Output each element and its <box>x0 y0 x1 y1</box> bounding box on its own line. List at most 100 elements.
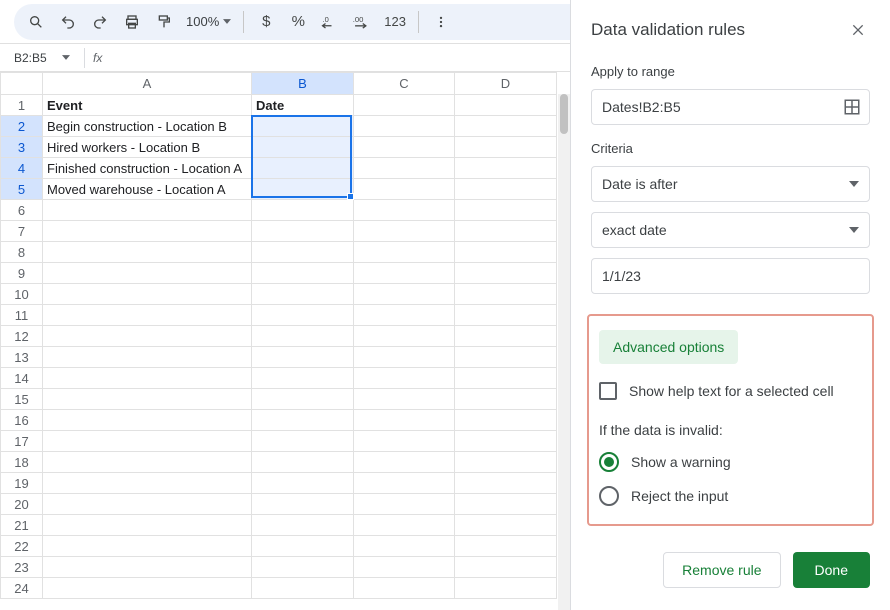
cell-D24[interactable] <box>455 578 557 599</box>
cell-A2[interactable]: Begin construction - Location B <box>43 116 252 137</box>
cell-C9[interactable] <box>354 263 455 284</box>
cell-B3[interactable] <box>252 137 354 158</box>
row-header-15[interactable]: 15 <box>1 389 43 410</box>
cell-A12[interactable] <box>43 326 252 347</box>
redo-icon[interactable] <box>86 8 114 36</box>
col-header-A[interactable]: A <box>43 73 252 95</box>
cell-B8[interactable] <box>252 242 354 263</box>
row-header-16[interactable]: 16 <box>1 410 43 431</box>
remove-rule-button[interactable]: Remove rule <box>663 552 780 588</box>
cell-A13[interactable] <box>43 347 252 368</box>
cell-D21[interactable] <box>455 515 557 536</box>
row-header-23[interactable]: 23 <box>1 557 43 578</box>
cell-D15[interactable] <box>455 389 557 410</box>
cell-C16[interactable] <box>354 410 455 431</box>
row-header-24[interactable]: 24 <box>1 578 43 599</box>
cell-C17[interactable] <box>354 431 455 452</box>
cell-B18[interactable] <box>252 452 354 473</box>
cell-A18[interactable] <box>43 452 252 473</box>
cell-B11[interactable] <box>252 305 354 326</box>
print-icon[interactable] <box>118 8 146 36</box>
row-header-7[interactable]: 7 <box>1 221 43 242</box>
select-all-corner[interactable] <box>1 73 43 95</box>
cell-D4[interactable] <box>455 158 557 179</box>
cell-A19[interactable] <box>43 473 252 494</box>
done-button[interactable]: Done <box>793 552 870 588</box>
more-icon[interactable] <box>427 8 455 36</box>
cell-B20[interactable] <box>252 494 354 515</box>
scrollbar-thumb[interactable] <box>560 94 568 134</box>
row-header-11[interactable]: 11 <box>1 305 43 326</box>
cell-A10[interactable] <box>43 284 252 305</box>
cell-D17[interactable] <box>455 431 557 452</box>
cell-D2[interactable] <box>455 116 557 137</box>
col-header-C[interactable]: C <box>354 73 455 95</box>
cell-C24[interactable] <box>354 578 455 599</box>
cell-A7[interactable] <box>43 221 252 242</box>
row-header-6[interactable]: 6 <box>1 200 43 221</box>
cell-C23[interactable] <box>354 557 455 578</box>
criteria-date-input[interactable] <box>591 258 870 294</box>
cell-A5[interactable]: Moved warehouse - Location A <box>43 179 252 200</box>
cell-A9[interactable] <box>43 263 252 284</box>
cell-A16[interactable] <box>43 410 252 431</box>
cell-C12[interactable] <box>354 326 455 347</box>
row-header-22[interactable]: 22 <box>1 536 43 557</box>
cell-A11[interactable] <box>43 305 252 326</box>
close-icon[interactable] <box>846 18 870 42</box>
currency-icon[interactable]: $ <box>252 8 280 36</box>
cell-A24[interactable] <box>43 578 252 599</box>
range-input[interactable]: Dates!B2:B5 <box>591 89 870 125</box>
row-header-14[interactable]: 14 <box>1 368 43 389</box>
cell-D9[interactable] <box>455 263 557 284</box>
row-header-8[interactable]: 8 <box>1 242 43 263</box>
row-header-13[interactable]: 13 <box>1 347 43 368</box>
cell-C1[interactable] <box>354 95 455 116</box>
cell-A3[interactable]: Hired workers - Location B <box>43 137 252 158</box>
cell-D10[interactable] <box>455 284 557 305</box>
cell-A14[interactable] <box>43 368 252 389</box>
cell-B14[interactable] <box>252 368 354 389</box>
percent-icon[interactable]: % <box>284 8 312 36</box>
col-header-D[interactable]: D <box>455 73 557 95</box>
cell-C13[interactable] <box>354 347 455 368</box>
cell-C4[interactable] <box>354 158 455 179</box>
cell-D1[interactable] <box>455 95 557 116</box>
number-format-dropdown[interactable]: 123 <box>380 8 410 36</box>
cell-D18[interactable] <box>455 452 557 473</box>
criteria-primary-select[interactable]: Date is after <box>591 166 870 202</box>
cell-A6[interactable] <box>43 200 252 221</box>
cell-C14[interactable] <box>354 368 455 389</box>
cell-A4[interactable]: Finished construction - Location A <box>43 158 252 179</box>
row-header-9[interactable]: 9 <box>1 263 43 284</box>
criteria-secondary-select[interactable]: exact date <box>591 212 870 248</box>
cell-B24[interactable] <box>252 578 354 599</box>
cell-B15[interactable] <box>252 389 354 410</box>
cell-B10[interactable] <box>252 284 354 305</box>
cell-B23[interactable] <box>252 557 354 578</box>
cell-C3[interactable] <box>354 137 455 158</box>
cell-D22[interactable] <box>455 536 557 557</box>
col-header-B[interactable]: B <box>252 73 354 95</box>
radio-reject-input[interactable]: Reject the input <box>599 486 862 506</box>
help-text-checkbox-row[interactable]: Show help text for a selected cell <box>599 382 862 400</box>
row-header-12[interactable]: 12 <box>1 326 43 347</box>
cell-C20[interactable] <box>354 494 455 515</box>
cell-D14[interactable] <box>455 368 557 389</box>
cell-A8[interactable] <box>43 242 252 263</box>
row-header-19[interactable]: 19 <box>1 473 43 494</box>
cell-B21[interactable] <box>252 515 354 536</box>
cell-B22[interactable] <box>252 536 354 557</box>
cell-D3[interactable] <box>455 137 557 158</box>
advanced-options-button[interactable]: Advanced options <box>599 330 738 364</box>
cell-B4[interactable] <box>252 158 354 179</box>
cell-A22[interactable] <box>43 536 252 557</box>
cell-B1[interactable]: Date <box>252 95 354 116</box>
cell-C8[interactable] <box>354 242 455 263</box>
cell-D11[interactable] <box>455 305 557 326</box>
cell-C18[interactable] <box>354 452 455 473</box>
radio-show-warning[interactable]: Show a warning <box>599 452 862 472</box>
cell-A23[interactable] <box>43 557 252 578</box>
row-header-20[interactable]: 20 <box>1 494 43 515</box>
cell-B13[interactable] <box>252 347 354 368</box>
